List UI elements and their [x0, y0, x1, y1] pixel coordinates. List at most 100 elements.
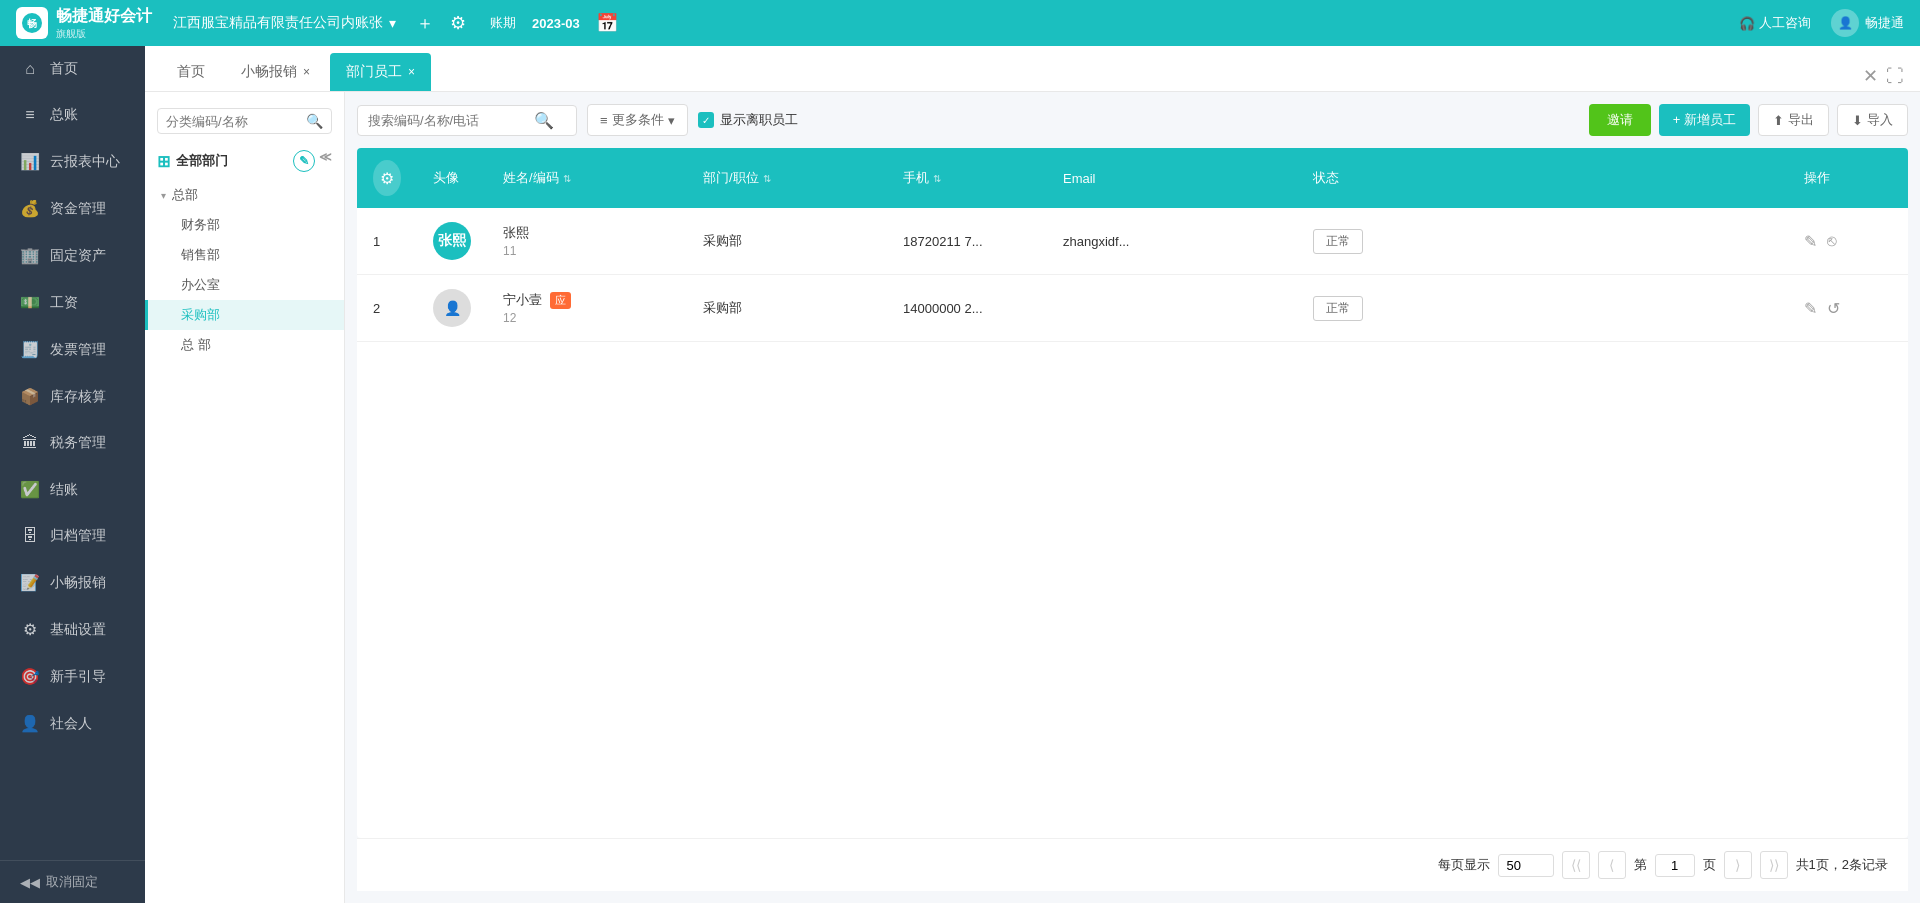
dept-child-label: 办公室 [181, 277, 220, 292]
close-tab-expense[interactable]: × [303, 65, 310, 79]
per-page-select[interactable]: 50 10 20 100 [1498, 854, 1554, 877]
page-label: 第 [1634, 856, 1647, 874]
dept-child-caiwubu[interactable]: 财务部 [145, 210, 344, 240]
more-filter-button[interactable]: ≡ 更多条件 ▾ [587, 104, 688, 136]
sidebar-item-assets[interactable]: 🏢 固定资产 [0, 232, 145, 279]
cancel-fixed-button[interactable]: ◀◀ 取消固定 [0, 860, 145, 903]
consult-button[interactable]: 🎧 人工咨询 [1739, 14, 1811, 32]
edit-button[interactable]: ✎ [1804, 299, 1817, 318]
th-name-code[interactable]: 姓名/编码 ⇅ [487, 148, 687, 208]
sidebar-item-invoice[interactable]: 🧾 发票管理 [0, 326, 145, 373]
dept-search-input[interactable] [166, 114, 300, 129]
logo-text: 畅捷通好会计 [56, 6, 152, 27]
export-icon: ⬆ [1773, 113, 1784, 128]
td-actions-1: ✎ ⎋ [1788, 218, 1908, 265]
sort-icon: ⇅ [763, 173, 771, 184]
toolbar: 🔍 ≡ 更多条件 ▾ ✓ 显示离职员工 邀请 [357, 104, 1908, 136]
pencil-icon: ✎ [299, 154, 309, 168]
add-icon[interactable]: ＋ [416, 11, 434, 35]
column-settings-icon[interactable]: ⚙ [373, 160, 401, 196]
logout-button[interactable]: ⎋ [1827, 232, 1837, 251]
show-resigned-checkbox[interactable]: ✓ 显示离职员工 [698, 111, 798, 129]
th-dept-position[interactable]: 部门/职位 ⇅ [687, 148, 887, 208]
right-panel: 🔍 ≡ 更多条件 ▾ ✓ 显示离职员工 邀请 [345, 92, 1920, 903]
employee-name: 张熙 [503, 224, 671, 242]
company-selector[interactable]: 江西服宝精品有限责任公司内账张 ▾ [161, 14, 408, 32]
row-index: 1 [373, 234, 380, 249]
sidebar-item-checkout[interactable]: ✅ 结账 [0, 466, 145, 513]
th-settings[interactable]: ⚙ [357, 148, 417, 208]
sidebar-item-label: 税务管理 [50, 434, 106, 452]
add-dept-button[interactable]: ✎ [293, 150, 315, 172]
employee-search-input[interactable] [368, 113, 528, 128]
dept-search-icon[interactable]: 🔍 [306, 113, 323, 129]
avatar: 张熙 [433, 222, 471, 260]
import-label: 导入 [1867, 111, 1893, 129]
calendar-icon[interactable]: 📅 [596, 12, 618, 34]
sidebar-item-reports[interactable]: 📊 云报表中心 [0, 138, 145, 185]
filter-icon: ≡ [600, 113, 608, 128]
sidebar-item-home[interactable]: ⌂ 首页 [0, 46, 145, 92]
sidebar-item-settings[interactable]: ⚙ 基础设置 [0, 606, 145, 653]
tab-controls: ✕ ⛶ [1863, 65, 1904, 91]
header-right: 🎧 人工咨询 👤 畅捷通 [1739, 9, 1904, 37]
last-page-button[interactable]: ⟩⟩ [1760, 851, 1788, 879]
dept-child-zongbu2[interactable]: 总 部 [145, 330, 344, 360]
sidebar-item-ledger[interactable]: ≡ 总账 [0, 92, 145, 138]
td-actions-2: ✎ ↺ [1788, 285, 1908, 332]
export-button[interactable]: ⬆ 导出 [1758, 104, 1829, 136]
td-status-2: 正常 [1297, 282, 1788, 335]
collapse-dept-button[interactable]: ≪ [319, 150, 332, 172]
search-icon[interactable]: 🔍 [534, 111, 554, 130]
sidebar-item-account[interactable]: 👤 社会人 [0, 700, 145, 747]
filter-label: 更多条件 [612, 111, 664, 129]
sidebar-item-expense[interactable]: 📝 小畅报销 [0, 559, 145, 606]
tab-dept-employee[interactable]: 部门员工 × [330, 53, 431, 91]
edit-button[interactable]: ✎ [1804, 232, 1817, 251]
close-tab-dept-employee[interactable]: × [408, 65, 415, 79]
add-employee-button[interactable]: + 新增员工 [1659, 104, 1750, 136]
action-buttons: ✎ ↺ [1804, 299, 1892, 318]
user-area[interactable]: 👤 畅捷通 [1831, 9, 1904, 37]
th-actions-label: 操作 [1804, 169, 1830, 187]
dept-parent-zongbu[interactable]: 总部 [145, 180, 344, 210]
dept-child-bangongshi[interactable]: 办公室 [145, 270, 344, 300]
employee-dept: 采购部 [703, 233, 742, 248]
reports-icon: 📊 [20, 152, 40, 171]
row-index: 2 [373, 301, 380, 316]
th-dept-label: 部门/职位 [703, 169, 759, 187]
inventory-icon: 📦 [20, 387, 40, 406]
tag-badge: 应 [550, 292, 571, 309]
first-page-button[interactable]: ⟨⟨ [1562, 851, 1590, 879]
invite-button[interactable]: 邀请 [1589, 104, 1651, 136]
settings-icon[interactable]: ⚙ [450, 12, 466, 34]
sidebar-item-inventory[interactable]: 📦 库存核算 [0, 373, 145, 420]
all-dept-header[interactable]: ⊞ 全部部门 ✎ ≪ [145, 142, 344, 180]
sidebar-item-guide[interactable]: 🎯 新手引导 [0, 653, 145, 700]
close-tab-icon[interactable]: ✕ [1863, 65, 1878, 87]
maximize-tab-icon[interactable]: ⛶ [1886, 66, 1904, 87]
dept-child-xiaoshoubu[interactable]: 销售部 [145, 240, 344, 270]
refresh-button[interactable]: ↺ [1827, 299, 1840, 318]
sidebar-item-archive[interactable]: 🗄 归档管理 [0, 513, 145, 559]
logo-icon: 畅 [16, 7, 48, 39]
th-mobile[interactable]: 手机 ⇅ [887, 148, 1047, 208]
sidebar-item-funds[interactable]: 💰 资金管理 [0, 185, 145, 232]
dept-child-label: 财务部 [181, 217, 220, 232]
import-button[interactable]: ⬇ 导入 [1837, 104, 1908, 136]
avatar-placeholder: 👤 [444, 300, 461, 316]
prev-page-button[interactable]: ⟨ [1598, 851, 1626, 879]
logo-sub: 旗舰版 [56, 27, 152, 41]
dropdown-icon: ▾ [389, 15, 396, 31]
dept-search-box[interactable]: 🔍 [157, 108, 332, 134]
page-number-input[interactable] [1655, 854, 1695, 877]
employee-search-box[interactable]: 🔍 [357, 105, 577, 136]
tab-home[interactable]: 首页 [161, 53, 221, 91]
archive-icon: 🗄 [20, 527, 40, 545]
next-page-button[interactable]: ⟩ [1724, 851, 1752, 879]
sidebar-item-salary[interactable]: 💵 工资 [0, 279, 145, 326]
invite-label: 邀请 [1607, 112, 1633, 127]
dept-child-caigoubu[interactable]: 采购部 [145, 300, 344, 330]
sidebar-item-tax[interactable]: 🏛 税务管理 [0, 420, 145, 466]
tab-expense[interactable]: 小畅报销 × [225, 53, 326, 91]
